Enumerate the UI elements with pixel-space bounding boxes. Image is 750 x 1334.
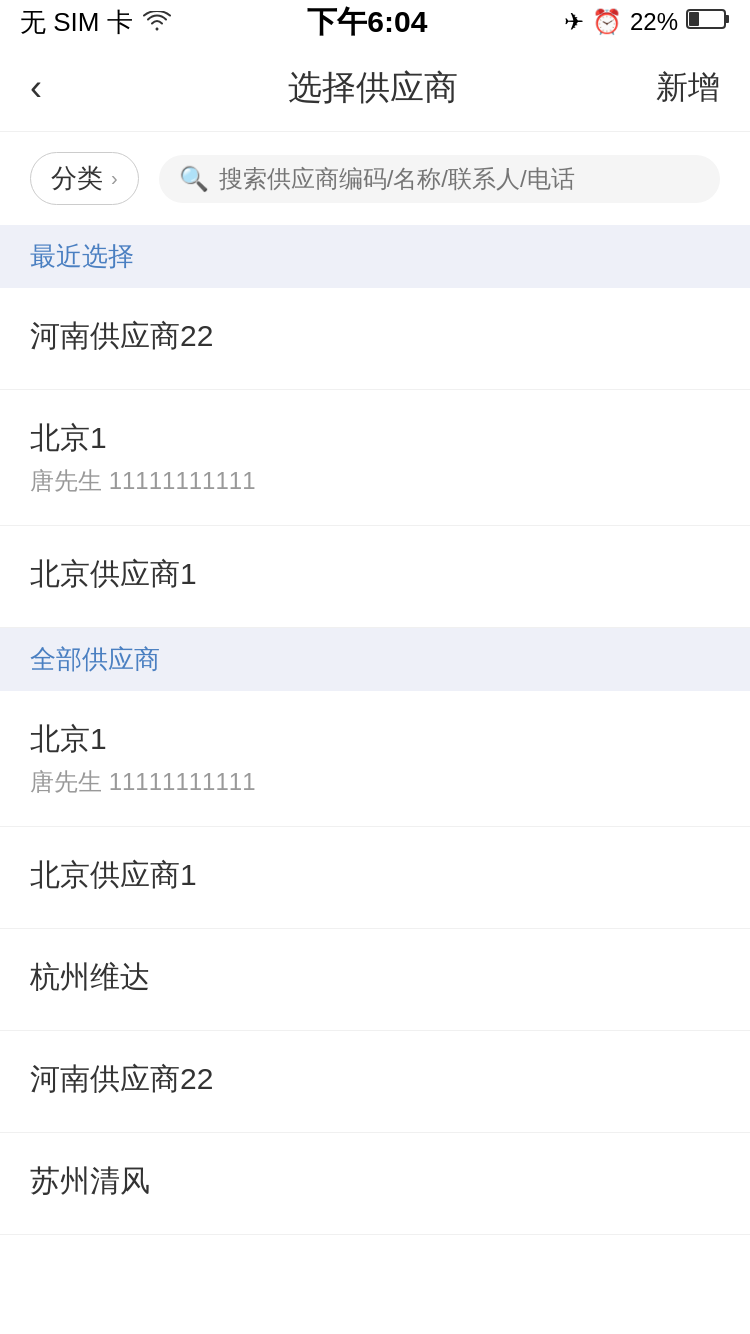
item-contact: 唐先生 11111111111	[30, 465, 720, 497]
location-icon: ✈	[564, 8, 584, 36]
nav-title: 选择供应商	[288, 65, 458, 111]
back-button[interactable]: ‹	[30, 67, 90, 109]
chevron-right-icon: ›	[111, 167, 118, 190]
svg-rect-2	[689, 12, 699, 26]
item-name: 河南供应商22	[30, 316, 720, 357]
item-name: 北京1	[30, 719, 720, 760]
item-contact: 唐先生 11111111111	[30, 766, 720, 798]
status-right: ✈ ⏰ 22%	[564, 8, 730, 36]
category-label: 分类	[51, 161, 103, 196]
item-name: 北京供应商1	[30, 554, 720, 595]
list-item[interactable]: 杭州维达	[0, 929, 750, 1031]
nav-bar: ‹ 选择供应商 新增	[0, 44, 750, 132]
item-name: 河南供应商22	[30, 1059, 720, 1100]
carrier-text: 无 SIM 卡	[20, 5, 133, 40]
item-name: 杭州维达	[30, 957, 720, 998]
list-item[interactable]: 北京供应商1	[0, 827, 750, 929]
svg-rect-1	[725, 15, 729, 23]
section-header-all: 全部供应商	[0, 628, 750, 691]
list-item[interactable]: 北京1 唐先生 11111111111	[0, 691, 750, 827]
wifi-icon	[143, 7, 171, 38]
item-name: 苏州清风	[30, 1161, 720, 1202]
search-box: 🔍	[159, 155, 720, 203]
status-time: 下午6:04	[307, 2, 427, 43]
status-bar: 无 SIM 卡 下午6:04 ✈ ⏰ 22%	[0, 0, 750, 44]
list-item[interactable]: 苏州清风	[0, 1133, 750, 1235]
alarm-icon: ⏰	[592, 8, 622, 36]
add-button[interactable]: 新增	[656, 66, 720, 110]
item-name: 北京1	[30, 418, 720, 459]
item-name: 北京供应商1	[30, 855, 720, 896]
list-item[interactable]: 北京供应商1	[0, 526, 750, 628]
section-header-recent: 最近选择	[0, 225, 750, 288]
search-icon: 🔍	[179, 165, 209, 193]
category-filter[interactable]: 分类 ›	[30, 152, 139, 205]
battery-percent: 22%	[630, 8, 678, 36]
sections-container: 最近选择河南供应商22 北京1 唐先生 11111111111 北京供应商1 全部供应商…	[0, 225, 750, 1235]
filter-bar: 分类 › 🔍	[0, 132, 750, 225]
list-item[interactable]: 河南供应商22	[0, 1031, 750, 1133]
battery-icon	[686, 8, 730, 36]
status-left: 无 SIM 卡	[20, 5, 171, 40]
list-item[interactable]: 北京1 唐先生 11111111111	[0, 390, 750, 526]
list-item[interactable]: 河南供应商22	[0, 288, 750, 390]
search-input[interactable]	[219, 165, 700, 193]
